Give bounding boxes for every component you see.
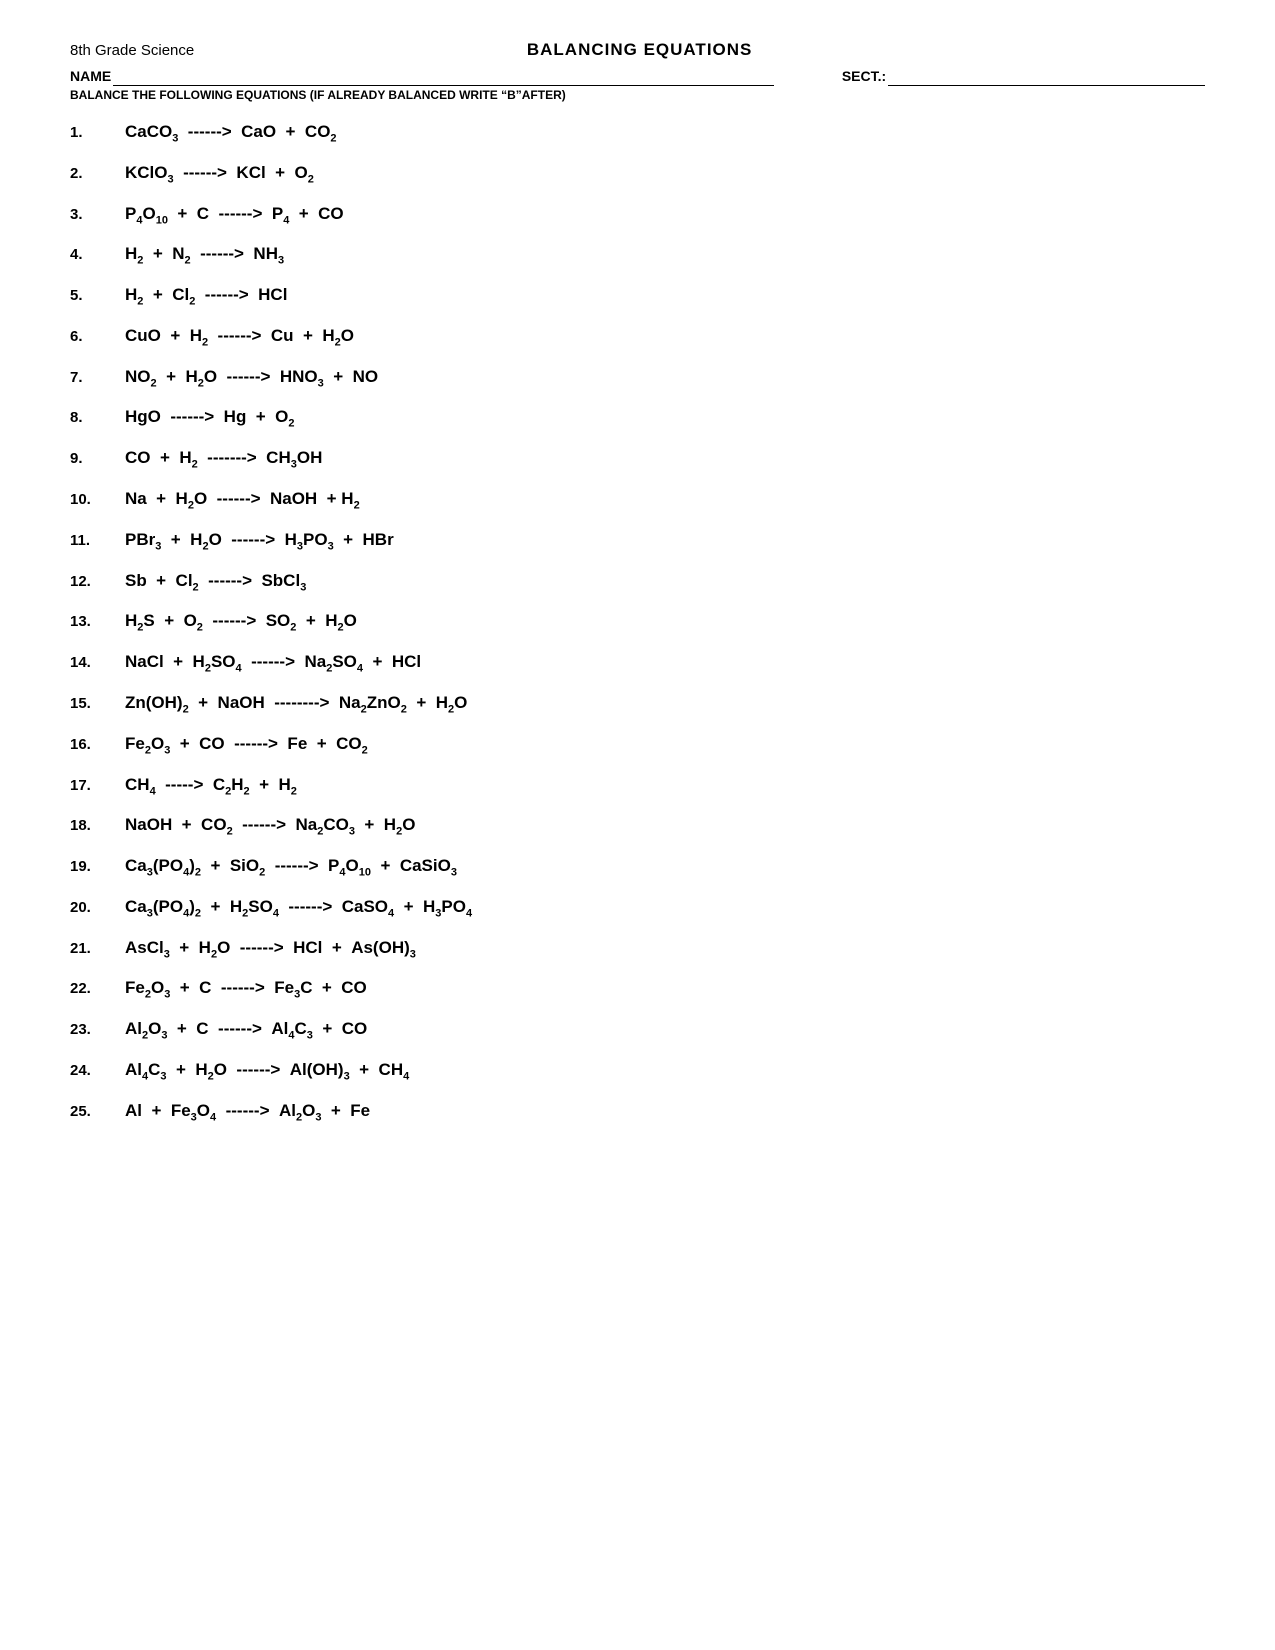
equation-row: 19.Ca3(PO4)2 + SiO2 ------> P4O10 + CaSi… [70, 854, 1205, 881]
equation-content: P4O10 + C ------> P4 + CO [125, 202, 344, 229]
equation-number: 22. [70, 978, 125, 999]
equation-content: Al4C3 + H2O ------> Al(OH)3 + CH4 [125, 1058, 409, 1085]
equation-number: 2. [70, 163, 125, 184]
equation-row: 8.HgO ------> Hg + O2 [70, 405, 1205, 432]
equation-row: 6.CuO + H2 ------> Cu + H2O [70, 324, 1205, 351]
equation-row: 20.Ca3(PO4)2 + H2SO4 ------> CaSO4 + H3P… [70, 895, 1205, 922]
equation-row: 10.Na + H2O ------> NaOH + H2 [70, 487, 1205, 514]
equation-content: H2 + N2 ------> NH3 [125, 242, 284, 269]
equation-content: H2S + O2 ------> SO2 + H2O [125, 609, 357, 636]
equation-content: KClO3 ------> KCl + O2 [125, 161, 314, 188]
equation-content: Sb + Cl2 ------> SbCl3 [125, 569, 306, 596]
equation-number: 6. [70, 326, 125, 347]
equation-row: 2.KClO3 ------> KCl + O2 [70, 161, 1205, 188]
equation-number: 21. [70, 938, 125, 959]
equation-number: 4. [70, 244, 125, 265]
equation-content: CuO + H2 ------> Cu + H2O [125, 324, 354, 351]
equation-number: 19. [70, 856, 125, 877]
equation-content: NaCl + H2SO4 ------> Na2SO4 + HCl [125, 650, 421, 677]
equation-number: 3. [70, 204, 125, 225]
equation-row: 3.P4O10 + C ------> P4 + CO [70, 202, 1205, 229]
equation-row: 17.CH4 -----> C2H2 + H2 [70, 773, 1205, 800]
equation-content: NO2 + H2O ------> HNO3 + NO [125, 365, 378, 392]
equation-number: 5. [70, 285, 125, 306]
equation-content: Al2O3 + C ------> Al4C3 + CO [125, 1017, 367, 1044]
equation-row: 16.Fe2O3 + CO ------> Fe + CO2 [70, 732, 1205, 759]
equation-number: 13. [70, 611, 125, 632]
equation-number: 15. [70, 693, 125, 714]
equation-content: H2 + Cl2 ------> HCl [125, 283, 287, 310]
equation-row: 14.NaCl + H2SO4 ------> Na2SO4 + HCl [70, 650, 1205, 677]
equation-number: 9. [70, 448, 125, 469]
equation-content: Na + H2O ------> NaOH + H2 [125, 487, 360, 514]
equation-content: AsCl3 + H2O ------> HCl + As(OH)3 [125, 936, 416, 963]
equation-content: Ca3(PO4)2 + H2SO4 ------> CaSO4 + H3PO4 [125, 895, 472, 922]
equation-row: 22.Fe2O3 + C ------> Fe3C + CO [70, 976, 1205, 1003]
equation-row: 7.NO2 + H2O ------> HNO3 + NO [70, 365, 1205, 392]
equation-row: 15.Zn(OH)2 + NaOH --------> Na2ZnO2 + H2… [70, 691, 1205, 718]
sect-label: SECT.: [842, 68, 886, 84]
equation-content: PBr3 + H2O ------> H3PO3 + HBr [125, 528, 394, 555]
instruction-text: BALANCE THE FOLLOWING EQUATIONS (IF ALRE… [70, 88, 1205, 102]
equation-number: 14. [70, 652, 125, 673]
equation-content: CaCO3 ------> CaO + CO2 [125, 120, 337, 147]
equation-number: 25. [70, 1101, 125, 1122]
equation-row: 12.Sb + Cl2 ------> SbCl3 [70, 569, 1205, 596]
equation-content: CO + H2 -------> CH3OH [125, 446, 322, 473]
equation-number: 16. [70, 734, 125, 755]
equation-number: 12. [70, 571, 125, 592]
equation-number: 11. [70, 530, 125, 551]
equation-row: 5.H2 + Cl2 ------> HCl [70, 283, 1205, 310]
equation-number: 1. [70, 122, 125, 143]
equation-number: 24. [70, 1060, 125, 1081]
equation-row: 4.H2 + N2 ------> NH3 [70, 242, 1205, 269]
equation-content: Al + Fe3O4 ------> Al2O3 + Fe [125, 1099, 370, 1126]
equation-content: Fe2O3 + CO ------> Fe + CO2 [125, 732, 368, 759]
subject-label: 8th Grade Science [70, 42, 194, 59]
equation-row: 24.Al4C3 + H2O ------> Al(OH)3 + CH4 [70, 1058, 1205, 1085]
equation-row: 18.NaOH + CO2 ------> Na2CO3 + H2O [70, 813, 1205, 840]
equation-content: Zn(OH)2 + NaOH --------> Na2ZnO2 + H2O [125, 691, 467, 718]
equation-content: Ca3(PO4)2 + SiO2 ------> P4O10 + CaSiO3 [125, 854, 457, 881]
name-label: NAME [70, 68, 111, 84]
equation-row: 23.Al2O3 + C ------> Al4C3 + CO [70, 1017, 1205, 1044]
equation-number: 8. [70, 407, 125, 428]
equation-number: 20. [70, 897, 125, 918]
equation-content: Fe2O3 + C ------> Fe3C + CO [125, 976, 367, 1003]
equation-number: 23. [70, 1019, 125, 1040]
equation-content: HgO ------> Hg + O2 [125, 405, 295, 432]
equation-row: 21.AsCl3 + H2O ------> HCl + As(OH)3 [70, 936, 1205, 963]
equation-number: 17. [70, 775, 125, 796]
worksheet-title: BALANCING EQUATIONS [527, 40, 753, 60]
equation-row: 25.Al + Fe3O4 ------> Al2O3 + Fe [70, 1099, 1205, 1126]
equation-number: 10. [70, 489, 125, 510]
equation-content: CH4 -----> C2H2 + H2 [125, 773, 297, 800]
equation-row: 13.H2S + O2 ------> SO2 + H2O [70, 609, 1205, 636]
equation-number: 18. [70, 815, 125, 836]
equation-content: NaOH + CO2 ------> Na2CO3 + H2O [125, 813, 415, 840]
equation-number: 7. [70, 367, 125, 388]
equation-row: 9.CO + H2 -------> CH3OH [70, 446, 1205, 473]
equation-row: 11.PBr3 + H2O ------> H3PO3 + HBr [70, 528, 1205, 555]
equation-row: 1.CaCO3 ------> CaO + CO2 [70, 120, 1205, 147]
